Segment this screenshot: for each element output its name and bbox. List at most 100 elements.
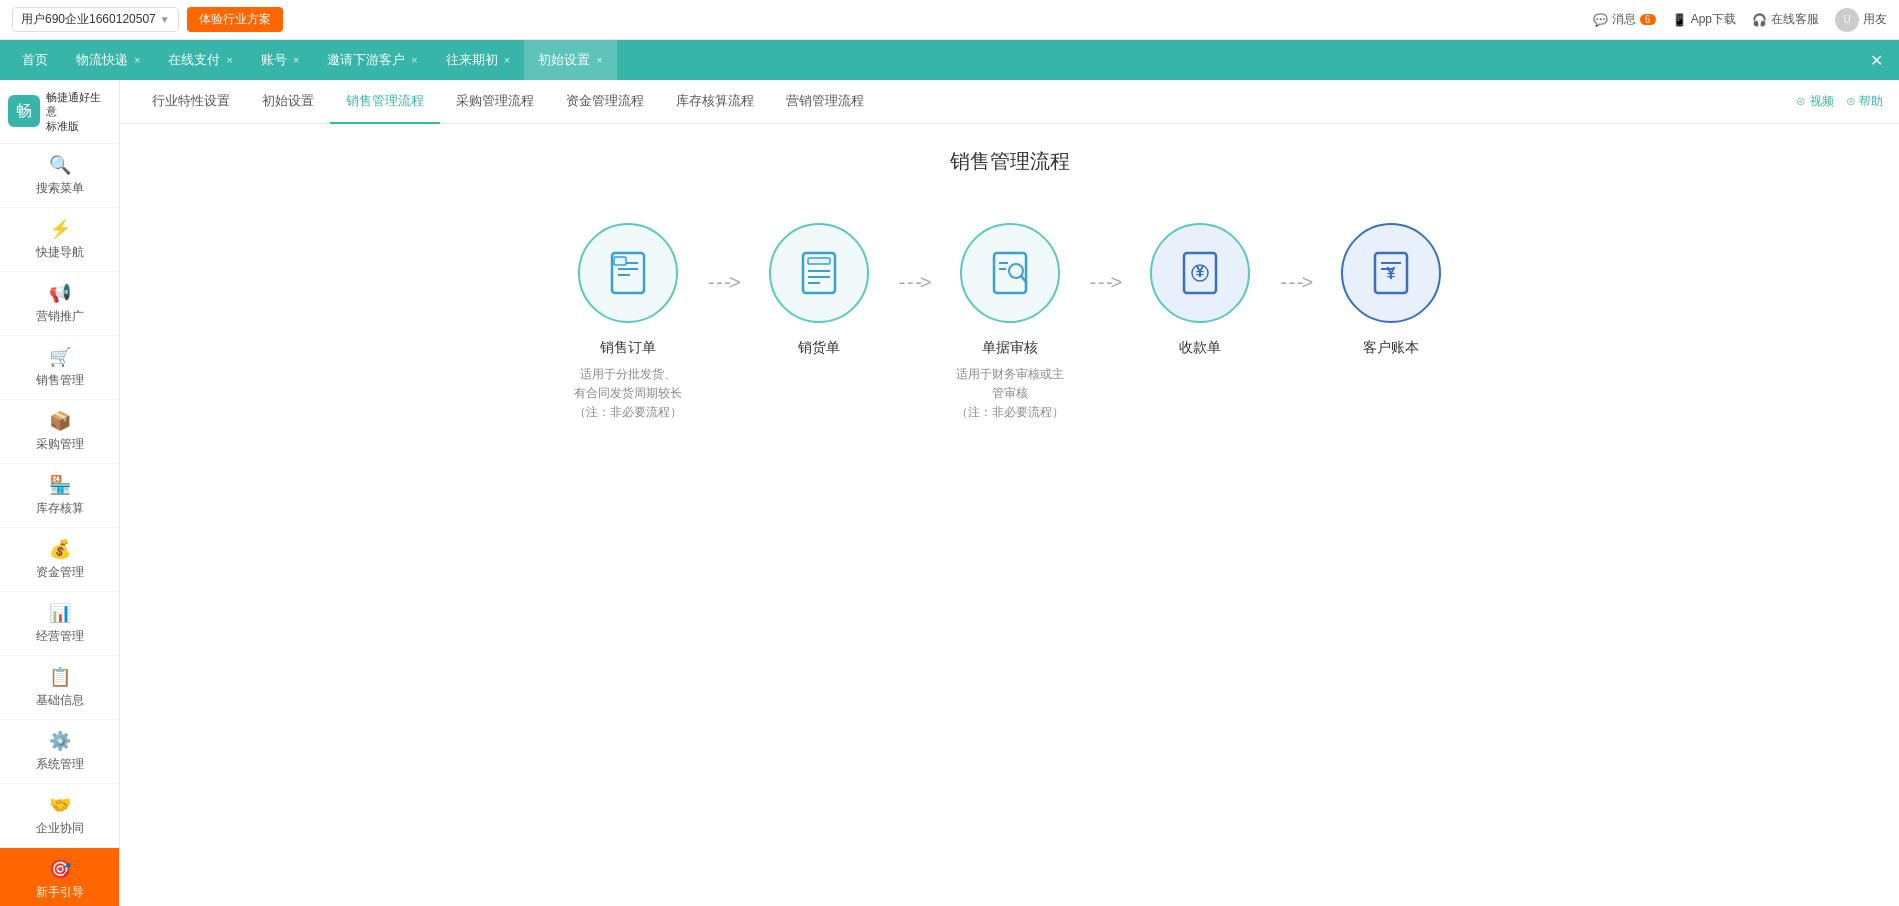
app-label: App下载 xyxy=(1691,11,1736,28)
svg-rect-4 xyxy=(614,257,626,265)
nav-tab-period[interactable]: 往来期初 × xyxy=(432,40,524,80)
close-icon[interactable]: × xyxy=(504,54,510,66)
sub-tab-industry-label: 行业特性设置 xyxy=(152,92,230,110)
flow-circle-review xyxy=(960,223,1060,323)
headset-icon: 🎧 xyxy=(1752,13,1767,27)
service-label: 在线客服 xyxy=(1771,11,1819,28)
nav-tab-account[interactable]: 账号 × xyxy=(247,40,313,80)
sidebar-item-label: 系统管理 xyxy=(36,756,84,773)
collab-icon: 🤝 xyxy=(49,794,71,816)
svg-text:¥: ¥ xyxy=(1387,265,1396,282)
nav-tab-payment[interactable]: 在线支付 × xyxy=(154,40,246,80)
sidebar-item-marketing[interactable]: 📢 营销推广 xyxy=(0,272,119,336)
app-download-button[interactable]: 📱 App下载 xyxy=(1672,11,1736,28)
sub-tab-industry[interactable]: 行业特性设置 xyxy=(136,80,246,124)
message-button[interactable]: 💬 消息 6 xyxy=(1593,11,1656,28)
sub-tab-sales-flow[interactable]: 销售管理流程 xyxy=(330,80,440,124)
avatar-icon: U xyxy=(1835,8,1859,32)
purchase-icon: 📦 xyxy=(49,410,71,432)
flow-item-receipt: ¥ 收款单 xyxy=(1120,223,1280,365)
search-icon: 🔍 xyxy=(49,154,71,176)
svg-rect-6 xyxy=(808,258,830,264)
sub-tab-marketing-flow-label: 营销管理流程 xyxy=(786,92,864,110)
user-name: 用友 xyxy=(1863,11,1887,28)
sidebar-item-label: 资金管理 xyxy=(36,564,84,581)
close-all-button[interactable]: ✕ xyxy=(1862,51,1891,70)
header-left: 用户690企业1660120507 ▼ 体验行业方案 xyxy=(12,7,283,32)
sidebar-item-operation[interactable]: 📊 经营管理 xyxy=(0,592,119,656)
sub-tabs-right: ⊙ 视频 ⊙ 帮助 xyxy=(1796,93,1883,110)
close-icon[interactable]: × xyxy=(411,54,417,66)
nav-tab-init[interactable]: 初始设置 × xyxy=(524,40,616,80)
sub-tab-init-label: 初始设置 xyxy=(262,92,314,110)
close-icon[interactable]: × xyxy=(596,54,602,66)
gear-icon: ⚙️ xyxy=(49,730,71,752)
sub-tab-sales-flow-label: 销售管理流程 xyxy=(346,92,424,110)
sidebar-item-label: 企业协同 xyxy=(36,820,84,837)
sub-tab-finance-flow[interactable]: 资金管理流程 xyxy=(550,80,660,124)
sidebar-item-label: 快捷导航 xyxy=(36,244,84,261)
help-button[interactable]: ⊙ 帮助 xyxy=(1846,93,1883,110)
info-icon: 📋 xyxy=(49,666,71,688)
logo-text: 畅捷通好生意 标准版 xyxy=(46,90,111,133)
sidebar-item-guide[interactable]: 🎯 新手引导 xyxy=(0,848,119,906)
flow-label: 单据审核 xyxy=(982,339,1038,357)
flow-circle-receipt: ¥ xyxy=(1150,223,1250,323)
user-label: 用户690企业1660120507 xyxy=(21,11,156,28)
nav-tab-invite[interactable]: 邀请下游客户 × xyxy=(313,40,431,80)
sub-tab-purchase-flow[interactable]: 采购管理流程 xyxy=(440,80,550,124)
main-layout: 畅 畅捷通好生意 标准版 🔍 搜索菜单 ⚡ 快捷导航 📢 营销推广 🛒 销售管理… xyxy=(0,80,1899,906)
flow-item-ledger: ¥ 客户账本 xyxy=(1311,223,1471,365)
flow-arrow-2: - - -> xyxy=(899,223,930,294)
close-icon[interactable]: × xyxy=(293,54,299,66)
sidebar-item-finance[interactable]: 💰 资金管理 xyxy=(0,528,119,592)
flow-label: 客户账本 xyxy=(1363,339,1419,357)
sidebar-item-system[interactable]: ⚙️ 系统管理 xyxy=(0,720,119,784)
sub-tab-marketing-flow[interactable]: 营销管理流程 xyxy=(770,80,880,124)
close-icon[interactable]: × xyxy=(226,54,232,66)
close-icon[interactable]: × xyxy=(134,54,140,66)
nav-tab-home-label: 首页 xyxy=(22,51,48,69)
sales-icon: 🛒 xyxy=(49,346,71,368)
flow-item-review: 单据审核 适用于财务审核或主管审核（注：非必要流程） xyxy=(930,223,1090,423)
content-area: 行业特性设置 初始设置 销售管理流程 采购管理流程 资金管理流程 库存核算流程 … xyxy=(120,80,1899,906)
chevron-down-icon: ▼ xyxy=(160,14,170,25)
flow-circle-invoice xyxy=(769,223,869,323)
guide-icon: 🎯 xyxy=(49,858,71,880)
flow-arrow-4: - - -> xyxy=(1280,223,1311,294)
sidebar-item-label: 经营管理 xyxy=(36,628,84,645)
marketing-icon: 📢 xyxy=(49,282,71,304)
sidebar-item-label: 销售管理 xyxy=(36,372,84,389)
flow-circle-sales-order xyxy=(578,223,678,323)
sidebar-item-sales[interactable]: 🛒 销售管理 xyxy=(0,336,119,400)
user-avatar[interactable]: U 用友 xyxy=(1835,8,1887,32)
nav-tab-init-label: 初始设置 xyxy=(538,51,590,69)
user-selector[interactable]: 用户690企业1660120507 ▼ xyxy=(12,7,179,32)
sub-tab-finance-flow-label: 资金管理流程 xyxy=(566,92,644,110)
experience-button[interactable]: 体验行业方案 xyxy=(187,7,283,32)
phone-icon: 📱 xyxy=(1672,13,1687,27)
inventory-icon: 🏪 xyxy=(49,474,71,496)
sub-tabs: 行业特性设置 初始设置 销售管理流程 采购管理流程 资金管理流程 库存核算流程 … xyxy=(120,80,1899,124)
sub-tab-init[interactable]: 初始设置 xyxy=(246,80,330,124)
sidebar-item-quick-nav[interactable]: ⚡ 快捷导航 xyxy=(0,208,119,272)
flow-item-invoice: 销货单 xyxy=(739,223,899,365)
nav-tab-home[interactable]: 首页 xyxy=(8,40,62,80)
online-service-button[interactable]: 🎧 在线客服 xyxy=(1752,11,1819,28)
sidebar-item-search[interactable]: 🔍 搜索菜单 xyxy=(0,144,119,208)
sidebar-item-label: 基础信息 xyxy=(36,692,84,709)
message-label: 消息 xyxy=(1612,11,1636,28)
sidebar-item-basic-info[interactable]: 📋 基础信息 xyxy=(0,656,119,720)
header-right: 💬 消息 6 📱 App下载 🎧 在线客服 U 用友 xyxy=(1593,8,1887,32)
sidebar-item-label: 新手引导 xyxy=(36,884,84,901)
sidebar-item-inventory[interactable]: 🏪 库存核算 xyxy=(0,464,119,528)
message-badge: 6 xyxy=(1640,14,1656,25)
sub-tab-inventory-flow[interactable]: 库存核算流程 xyxy=(660,80,770,124)
top-header: 用户690企业1660120507 ▼ 体验行业方案 💬 消息 6 📱 App下… xyxy=(0,0,1899,40)
flow-diagram: 销售订单 适用于分批发货、有合同发货周期较长（注：非必要流程） - - -> xyxy=(144,223,1875,423)
sidebar-item-enterprise[interactable]: 🤝 企业协同 xyxy=(0,784,119,848)
nav-tab-logistics[interactable]: 物流快递 × xyxy=(62,40,154,80)
logo-icon: 畅 xyxy=(8,95,40,127)
sidebar-item-purchase[interactable]: 📦 采购管理 xyxy=(0,400,119,464)
video-help-button[interactable]: ⊙ 视频 xyxy=(1796,93,1833,110)
